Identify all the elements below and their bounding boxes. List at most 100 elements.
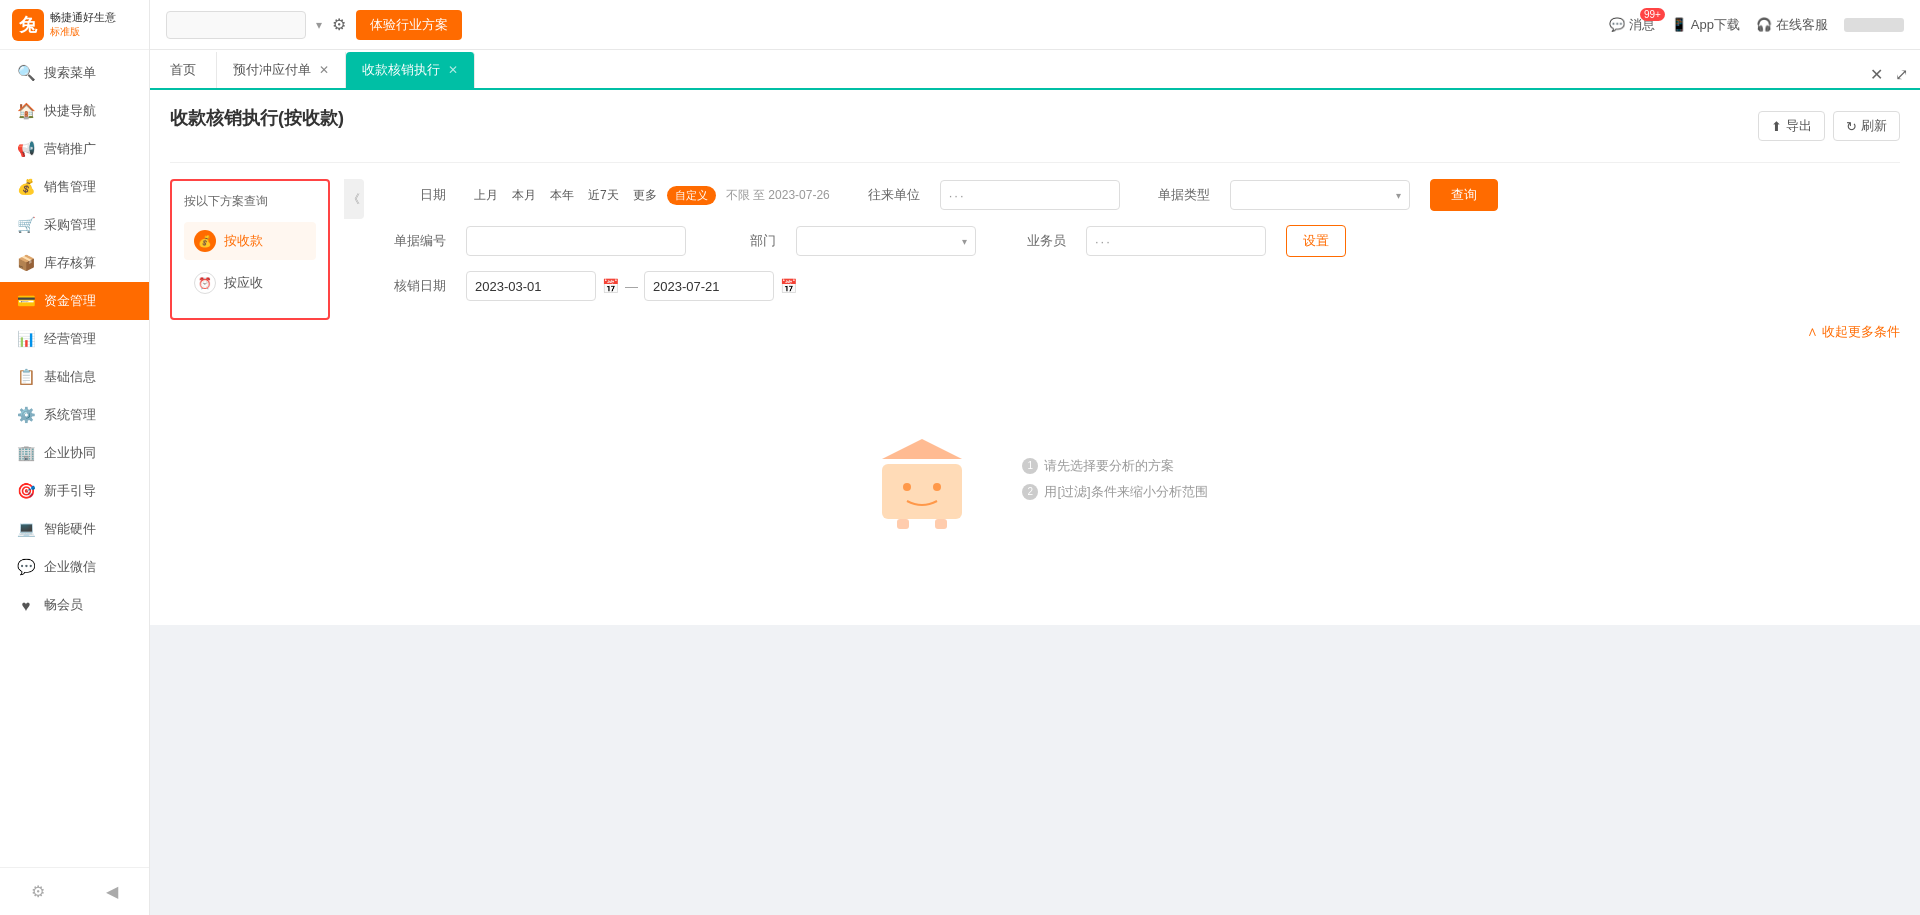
date-shortcut-7days[interactable]: 近7天: [584, 185, 623, 206]
sidebar-item-quick[interactable]: 🏠 快捷导航: [0, 92, 149, 130]
refresh-icon: ↻: [1846, 119, 1857, 134]
sidebar-item-guide[interactable]: 🎯 新手引导: [0, 472, 149, 510]
staff-label: 业务员: [996, 232, 1066, 250]
sidebar-item-wechat[interactable]: 💬 企业微信: [0, 548, 149, 586]
top-header: ▾ ⚙ 体验行业方案 💬 消息 99+ 📱 App下载 🎧 在线客服: [150, 0, 1920, 50]
svg-point-3: [933, 483, 941, 491]
sidebar-item-hardware[interactable]: 💻 智能硬件: [0, 510, 149, 548]
finance-icon: 💳: [16, 292, 36, 310]
content-area: 收款核销执行(按收款) ⬆ 导出 ↻ 刷新 按以下方案查询: [150, 90, 1920, 915]
filter-row-voucher: 单据编号 部门 ▾ 业务员 ··· 设置: [376, 225, 1900, 257]
app-download-label: App下载: [1691, 16, 1740, 34]
filter-collapse-btn[interactable]: 《: [344, 179, 364, 219]
svg-rect-5: [935, 519, 947, 529]
voucher-type-select[interactable]: ▾: [1230, 180, 1410, 210]
writeoff-date-label: 核销日期: [376, 277, 446, 295]
counterparty-select[interactable]: ···: [940, 180, 1120, 210]
sidebar-item-label: 销售管理: [44, 178, 96, 196]
settings-bottom-icon[interactable]: ⚙: [23, 878, 53, 905]
app-name: 畅捷通好生意: [50, 10, 116, 24]
sidebar-item-finance[interactable]: 💳 资金管理: [0, 282, 149, 320]
hint-text-1: 请先选择要分析的方案: [1044, 453, 1174, 479]
search-icon: 🔍: [16, 64, 36, 82]
empty-hints: 1 请先选择要分析的方案 2 用[过滤]条件来缩小分析范围: [1022, 453, 1207, 505]
sidebar-item-operation[interactable]: 📊 经营管理: [0, 320, 149, 358]
sidebar-item-label: 畅会员: [44, 596, 83, 614]
sidebar-item-label: 智能硬件: [44, 520, 96, 538]
svg-marker-1: [882, 439, 962, 459]
export-icon: ⬆: [1771, 119, 1782, 134]
empty-svg: [862, 429, 982, 529]
date-shortcut-last-month[interactable]: 上月: [470, 185, 502, 206]
sidebar-item-label: 资金管理: [44, 292, 96, 310]
date-shortcut-this-year[interactable]: 本年: [546, 185, 578, 206]
date-no-limit: 不限 至 2023-07-26: [726, 187, 830, 204]
workspace-input[interactable]: [166, 11, 306, 39]
writeoff-end-input[interactable]: [644, 271, 774, 301]
settings-btn[interactable]: 设置: [1286, 225, 1346, 257]
hardware-icon: 💻: [16, 520, 36, 538]
collapse-sidebar-btn[interactable]: ◀: [98, 878, 126, 905]
sidebar-item-system[interactable]: ⚙️ 系统管理: [0, 396, 149, 434]
voucher-no-input[interactable]: [466, 226, 686, 256]
system-icon: ⚙️: [16, 406, 36, 424]
export-btn[interactable]: ⬆ 导出: [1758, 111, 1825, 141]
date-shortcut-this-month[interactable]: 本月: [508, 185, 540, 206]
collapse-more-label: ∧ 收起更多条件: [1807, 323, 1900, 341]
voucher-type-arrow: ▾: [1396, 190, 1401, 201]
app-logo: 兔 畅捷通好生意 标准版: [0, 0, 149, 50]
download-icon: 📱: [1671, 17, 1687, 32]
tab-prepay[interactable]: 预付冲应付单 ✕: [217, 52, 346, 88]
writeoff-end-calendar-icon[interactable]: 📅: [780, 278, 797, 294]
dept-arrow: ▾: [962, 236, 967, 247]
expand-tab-icon[interactable]: ⤢: [1891, 61, 1912, 88]
sidebar-item-basic[interactable]: 📋 基础信息: [0, 358, 149, 396]
sidebar-item-label: 营销推广: [44, 140, 96, 158]
sidebar-item-search[interactable]: 🔍 搜索菜单: [0, 54, 149, 92]
sidebar-item-enterprise[interactable]: 🏢 企业协同: [0, 434, 149, 472]
staff-select[interactable]: ···: [1086, 226, 1266, 256]
service-icon: 🎧: [1756, 17, 1772, 32]
close-tab-icon[interactable]: ✕: [1866, 61, 1887, 88]
sidebar-item-inventory[interactable]: 📦 库存核算: [0, 244, 149, 282]
tab-home[interactable]: 首页: [150, 52, 217, 88]
sidebar-item-label: 库存核算: [44, 254, 96, 272]
counterparty-dots: ···: [949, 188, 966, 203]
voucher-type-label: 单据类型: [1140, 186, 1210, 204]
sidebar-item-member[interactable]: ♥ 畅会员: [0, 586, 149, 624]
refresh-btn[interactable]: ↻ 刷新: [1833, 111, 1900, 141]
sidebar-item-label: 企业协同: [44, 444, 96, 462]
sidebar-item-sales[interactable]: 💰 销售管理: [0, 168, 149, 206]
filter-option-receivable[interactable]: ⏰ 按应收: [184, 264, 316, 302]
sidebar-item-marketing[interactable]: 📢 营销推广: [0, 130, 149, 168]
message-btn[interactable]: 💬 消息 99+: [1609, 16, 1655, 34]
online-service-btn[interactable]: 🎧 在线客服: [1756, 16, 1828, 34]
sidebar-item-label: 搜索菜单: [44, 64, 96, 82]
sidebar-item-purchase[interactable]: 🛒 采购管理: [0, 206, 149, 244]
message-badge: 99+: [1640, 8, 1665, 21]
sidebar: 兔 畅捷通好生意 标准版 🔍 搜索菜单 🏠 快捷导航 📢 营销推广 💰 销售管理…: [0, 0, 150, 915]
industry-btn[interactable]: 体验行业方案: [356, 10, 462, 40]
writeoff-start-calendar-icon[interactable]: 📅: [602, 278, 619, 294]
tab-collect[interactable]: 收款核销执行 ✕: [346, 52, 475, 88]
page-title: 收款核销执行(按收款): [170, 106, 344, 130]
tab-collect-close-icon[interactable]: ✕: [448, 63, 458, 77]
tab-prepay-close-icon[interactable]: ✕: [319, 63, 329, 77]
chevron-down-icon[interactable]: ▾: [316, 18, 322, 32]
date-shortcuts: 上月 本月 本年 近7天 更多 自定义 不限 至 2023-07-26: [470, 185, 830, 206]
query-btn[interactable]: 查询: [1430, 179, 1498, 211]
operation-icon: 📊: [16, 330, 36, 348]
gear-icon[interactable]: ⚙: [332, 15, 346, 34]
collapse-more-btn[interactable]: ∧ 收起更多条件: [376, 315, 1900, 349]
main-area: ▾ ⚙ 体验行业方案 💬 消息 99+ 📱 App下载 🎧 在线客服 首页: [150, 0, 1920, 915]
sidebar-item-label: 采购管理: [44, 216, 96, 234]
filter-option-collection[interactable]: 💰 按收款: [184, 222, 316, 260]
writeoff-start-input[interactable]: [466, 271, 596, 301]
date-shortcut-custom[interactable]: 自定义: [667, 186, 716, 205]
tab-actions: ✕ ⤢: [1866, 61, 1920, 88]
sidebar-item-label: 企业微信: [44, 558, 96, 576]
hint-item-2: 2 用[过滤]条件来缩小分析范围: [1022, 479, 1207, 505]
date-shortcut-more[interactable]: 更多: [629, 185, 661, 206]
dept-select[interactable]: ▾: [796, 226, 976, 256]
app-download-btn[interactable]: 📱 App下载: [1671, 16, 1740, 34]
